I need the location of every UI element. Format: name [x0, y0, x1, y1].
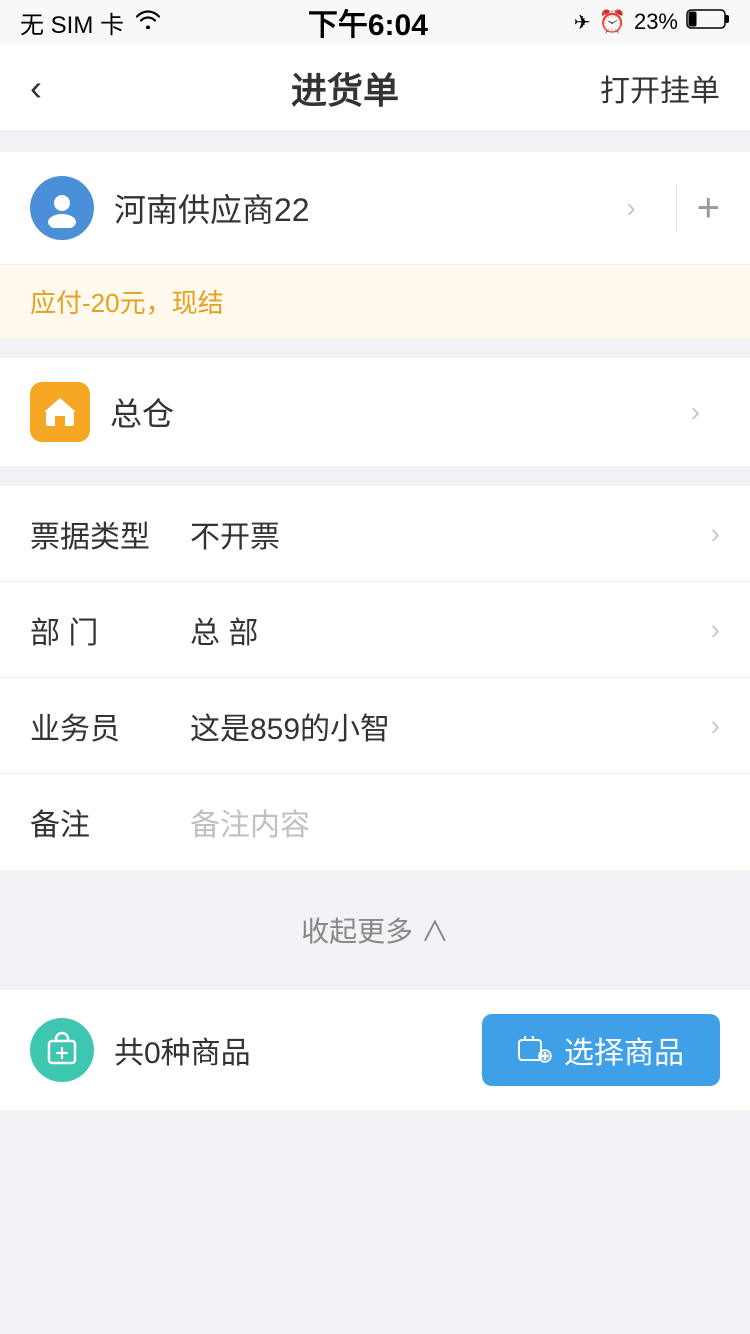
- vertical-divider: [676, 184, 677, 232]
- product-icon: [30, 1018, 94, 1082]
- status-time: 下午6:04: [308, 0, 428, 44]
- notice-bar: 应付-20元，现结: [0, 265, 750, 338]
- status-right: ✈ ⏰ 23%: [574, 8, 730, 36]
- invoice-type-label: 票据类型: [30, 512, 170, 556]
- salesperson-value: 这是859的小智: [170, 704, 711, 748]
- supplier-name: 河南供应商22: [114, 185, 626, 231]
- remark-row[interactable]: 备注 备注内容: [0, 774, 750, 870]
- supplier-card: 河南供应商22 › + 应付-20元，现结: [0, 152, 750, 338]
- select-product-label: 选择商品: [564, 1028, 684, 1072]
- supplier-chevron-icon: ›: [626, 192, 635, 224]
- status-left: 无 SIM 卡: [20, 5, 162, 40]
- page-title: 进货单: [291, 62, 399, 114]
- section-gap-1: [0, 132, 750, 152]
- remark-input[interactable]: 备注内容: [170, 800, 720, 844]
- wifi-icon: [134, 8, 162, 36]
- form-section: 票据类型 不开票 › 部 门 总 部 › 业务员 这是859的小智 › 备注 备…: [0, 486, 750, 870]
- department-chevron-icon: ›: [711, 614, 720, 646]
- select-product-button[interactable]: 选择商品: [482, 1014, 720, 1086]
- collapse-label: 收起更多 ∧: [301, 910, 449, 950]
- department-row[interactable]: 部 门 总 部 ›: [0, 582, 750, 678]
- battery-label: 23%: [634, 9, 678, 35]
- invoice-type-row[interactable]: 票据类型 不开票 ›: [0, 486, 750, 582]
- status-bar: 无 SIM 卡 下午6:04 ✈ ⏰ 23%: [0, 0, 750, 44]
- salesperson-row[interactable]: 业务员 这是859的小智 ›: [0, 678, 750, 774]
- notice-text: 应付-20元，现结: [30, 288, 224, 318]
- invoice-type-chevron-icon: ›: [711, 518, 720, 550]
- battery-icon: [686, 8, 730, 36]
- supplier-avatar: [30, 176, 94, 240]
- nav-bar: ‹ 进货单 打开挂单: [0, 44, 750, 132]
- add-supplier-button[interactable]: +: [697, 188, 720, 228]
- location-icon: ✈: [574, 10, 591, 35]
- department-label: 部 门: [30, 608, 170, 652]
- salesperson-label: 业务员: [30, 704, 170, 748]
- product-count-label: 共0种商品: [114, 1028, 462, 1072]
- department-value: 总 部: [170, 608, 711, 652]
- warehouse-row[interactable]: 总仓 ›: [0, 358, 750, 466]
- warehouse-chevron-icon: ›: [691, 396, 700, 428]
- warehouse-name: 总仓: [110, 389, 691, 435]
- alarm-icon: ⏰: [599, 9, 626, 35]
- supplier-row[interactable]: 河南供应商22 › +: [0, 152, 750, 265]
- carrier-label: 无 SIM 卡: [20, 5, 124, 40]
- back-button[interactable]: ‹: [30, 67, 90, 109]
- collapse-toggle[interactable]: 收起更多 ∧: [0, 890, 750, 970]
- open-pending-button[interactable]: 打开挂单: [600, 66, 720, 110]
- salesperson-chevron-icon: ›: [711, 710, 720, 742]
- warehouse-icon: [30, 382, 90, 442]
- invoice-type-value: 不开票: [170, 512, 711, 556]
- bottom-bar: 共0种商品 选择商品: [0, 990, 750, 1110]
- remark-label: 备注: [30, 800, 170, 844]
